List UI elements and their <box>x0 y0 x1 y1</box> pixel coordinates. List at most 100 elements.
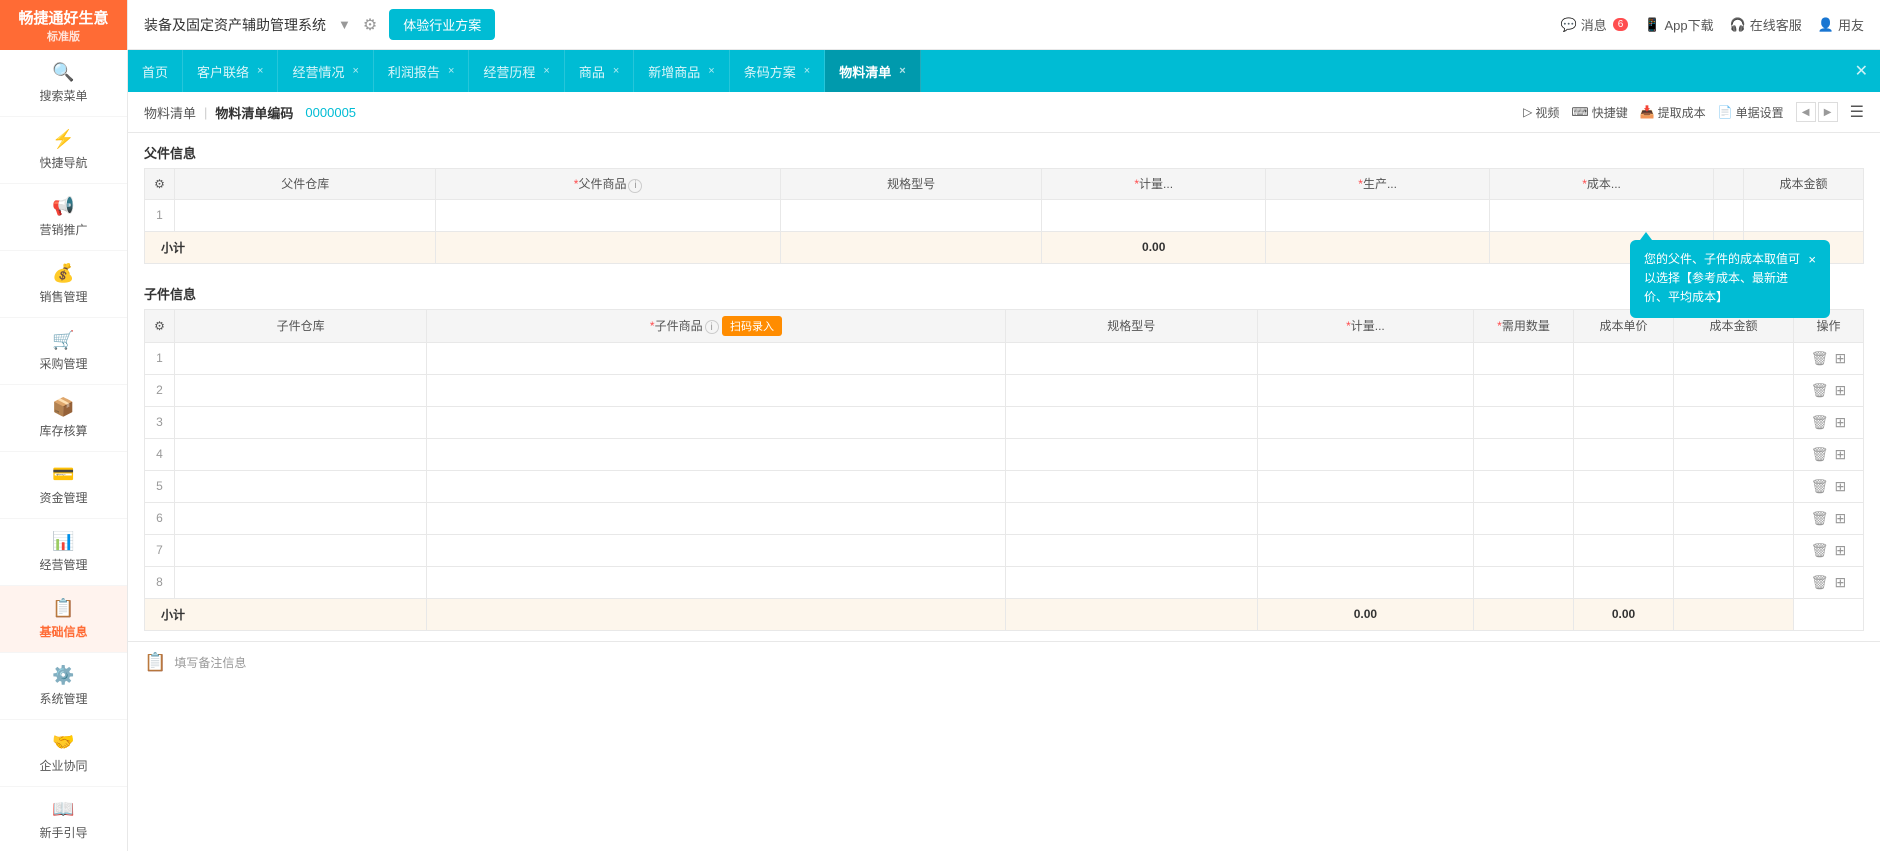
child-cell-spec-5[interactable] <box>1005 470 1257 502</box>
child-cell-spec-1[interactable] <box>1005 342 1257 374</box>
child-cell-unit-2[interactable] <box>1257 374 1473 406</box>
sidebar-item-finance[interactable]: 💳资金管理 <box>0 452 127 519</box>
delete-icon-5[interactable]: 🗑 <box>1811 478 1829 495</box>
header-service[interactable]: 🎧在线客服 <box>1730 15 1802 34</box>
copy-icon-2[interactable]: ⊞ <box>1835 382 1847 399</box>
nav-tab-operations[interactable]: 经营情况× <box>278 50 373 92</box>
sidebar-item-guide[interactable]: 📖新手引导 <box>0 787 127 851</box>
child-cell-unit-4[interactable] <box>1257 438 1473 470</box>
delete-icon-2[interactable]: 🗑 <box>1811 382 1829 399</box>
child-cell-warehouse-7[interactable] <box>175 534 427 566</box>
copy-icon-5[interactable]: ⊞ <box>1835 478 1847 495</box>
sidebar-item-marketing[interactable]: 📢营销推广 <box>0 184 127 251</box>
child-cell-quantity-8[interactable] <box>1474 566 1574 598</box>
child-cell-warehouse-1[interactable] <box>175 342 427 374</box>
child-cell-quantity-2[interactable] <box>1474 374 1574 406</box>
breadcrumb-list[interactable]: 物料清单 <box>144 103 196 122</box>
close-tab-goods[interactable]: × <box>613 65 619 77</box>
child-cell-quantity-4[interactable] <box>1474 438 1574 470</box>
parent-cell-unit-1[interactable] <box>1042 199 1266 231</box>
close-tab-bom[interactable]: × <box>899 65 905 77</box>
shortcut-action[interactable]: ⌨ 快捷键 <box>1571 104 1627 121</box>
prev-arrow[interactable]: ◀ <box>1796 102 1816 122</box>
child-cell-unitcost-2[interactable] <box>1574 374 1674 406</box>
child-cell-warehouse-6[interactable] <box>175 502 427 534</box>
child-cell-warehouse-2[interactable] <box>175 374 427 406</box>
sidebar-item-inventory[interactable]: 📦库存核算 <box>0 385 127 452</box>
child-cell-unit-1[interactable] <box>1257 342 1473 374</box>
child-cell-quantity-5[interactable] <box>1474 470 1574 502</box>
child-cell-unitcost-4[interactable] <box>1574 438 1674 470</box>
child-cell-quantity-1[interactable] <box>1474 342 1574 374</box>
child-cell-warehouse-8[interactable] <box>175 566 427 598</box>
copy-icon-7[interactable]: ⊞ <box>1835 542 1847 559</box>
child-cell-quantity-3[interactable] <box>1474 406 1574 438</box>
nav-tab-home[interactable]: 首页 <box>128 50 183 92</box>
header-dropdown-icon[interactable]: ▼ <box>338 17 351 32</box>
delete-icon-6[interactable]: 🗑 <box>1811 510 1829 527</box>
child-cell-spec-3[interactable] <box>1005 406 1257 438</box>
child-cell-spec-6[interactable] <box>1005 502 1257 534</box>
sidebar-item-purchase[interactable]: 🛒采购管理 <box>0 318 127 385</box>
nav-tab-customer[interactable]: 客户联络× <box>183 50 278 92</box>
scan-input-button[interactable]: 扫码录入 <box>722 316 782 336</box>
child-cell-product-3[interactable] <box>427 406 1005 438</box>
child-cell-spec-2[interactable] <box>1005 374 1257 406</box>
child-cell-product-7[interactable] <box>427 534 1005 566</box>
close-tab-customer[interactable]: × <box>257 65 263 77</box>
sidebar-item-search[interactable]: 🔍搜索菜单 <box>0 50 127 117</box>
child-cell-product-1[interactable] <box>427 342 1005 374</box>
header-app[interactable]: 📱App下载 <box>1644 15 1713 34</box>
grid-view-icon[interactable]: ☰ <box>1850 102 1864 122</box>
child-cell-product-2[interactable] <box>427 374 1005 406</box>
copy-icon-6[interactable]: ⊞ <box>1835 510 1847 527</box>
child-cell-unitcost-1[interactable] <box>1574 342 1674 374</box>
sidebar-item-sales[interactable]: 💰销售管理 <box>0 251 127 318</box>
copy-icon-8[interactable]: ⊞ <box>1835 574 1847 591</box>
copy-icon-3[interactable]: ⊞ <box>1835 414 1847 431</box>
child-cell-quantity-7[interactable] <box>1474 534 1574 566</box>
nav-tab-bom[interactable]: 物料清单× <box>825 50 920 92</box>
close-tab-history[interactable]: × <box>543 65 549 77</box>
copy-icon-4[interactable]: ⊞ <box>1835 446 1847 463</box>
nav-tab-history[interactable]: 经营历程× <box>469 50 564 92</box>
child-cell-unitcost-5[interactable] <box>1574 470 1674 502</box>
parent-cell-cost-1[interactable] <box>1490 199 1714 231</box>
child-cell-warehouse-4[interactable] <box>175 438 427 470</box>
bottom-icon[interactable]: 📋 <box>144 652 166 673</box>
child-cell-warehouse-5[interactable] <box>175 470 427 502</box>
child-cell-spec-7[interactable] <box>1005 534 1257 566</box>
child-cell-product-6[interactable] <box>427 502 1005 534</box>
sidebar-item-cooperation[interactable]: 🤝企业协同 <box>0 720 127 787</box>
extract-cost-action[interactable]: 📥 提取成本 <box>1640 104 1706 121</box>
single-setting-action[interactable]: 📄 单据设置 <box>1718 104 1784 121</box>
child-col-settings[interactable]: ⚙ <box>145 309 175 342</box>
child-cell-spec-8[interactable] <box>1005 566 1257 598</box>
parent-cell-warehouse-1[interactable] <box>175 199 436 231</box>
header-user[interactable]: 👤用友 <box>1818 15 1864 34</box>
header-gear-icon[interactable]: ⚙ <box>363 15 377 35</box>
header-message[interactable]: 💬消息6 <box>1561 15 1629 34</box>
sidebar-item-basic[interactable]: 📋基础信息 <box>0 586 127 653</box>
child-cell-product-5[interactable] <box>427 470 1005 502</box>
close-all-tabs-icon[interactable]: ✕ <box>1843 61 1880 81</box>
nav-tab-barcode[interactable]: 条码方案× <box>730 50 825 92</box>
delete-icon-4[interactable]: 🗑 <box>1811 446 1829 463</box>
tooltip-close-icon[interactable]: × <box>1808 250 1816 271</box>
close-tab-barcode[interactable]: × <box>804 65 810 77</box>
sidebar-item-operations[interactable]: 📊经营管理 <box>0 519 127 586</box>
child-cell-unit-7[interactable] <box>1257 534 1473 566</box>
child-cell-unit-6[interactable] <box>1257 502 1473 534</box>
copy-icon-1[interactable]: ⊞ <box>1835 350 1847 367</box>
child-cell-warehouse-3[interactable] <box>175 406 427 438</box>
parent-cell-spec-1[interactable] <box>780 199 1041 231</box>
sidebar-item-system[interactable]: ⚙️系统管理 <box>0 653 127 720</box>
child-cell-unitcost-8[interactable] <box>1574 566 1674 598</box>
delete-icon-3[interactable]: 🗑 <box>1811 414 1829 431</box>
close-tab-profit[interactable]: × <box>448 65 454 77</box>
sidebar-item-quicknav[interactable]: ⚡快捷导航 <box>0 117 127 184</box>
parent-col-settings[interactable]: ⚙ <box>145 169 175 200</box>
child-cell-unit-5[interactable] <box>1257 470 1473 502</box>
child-cell-product-4[interactable] <box>427 438 1005 470</box>
nav-tab-newgoods[interactable]: 新增商品× <box>634 50 729 92</box>
